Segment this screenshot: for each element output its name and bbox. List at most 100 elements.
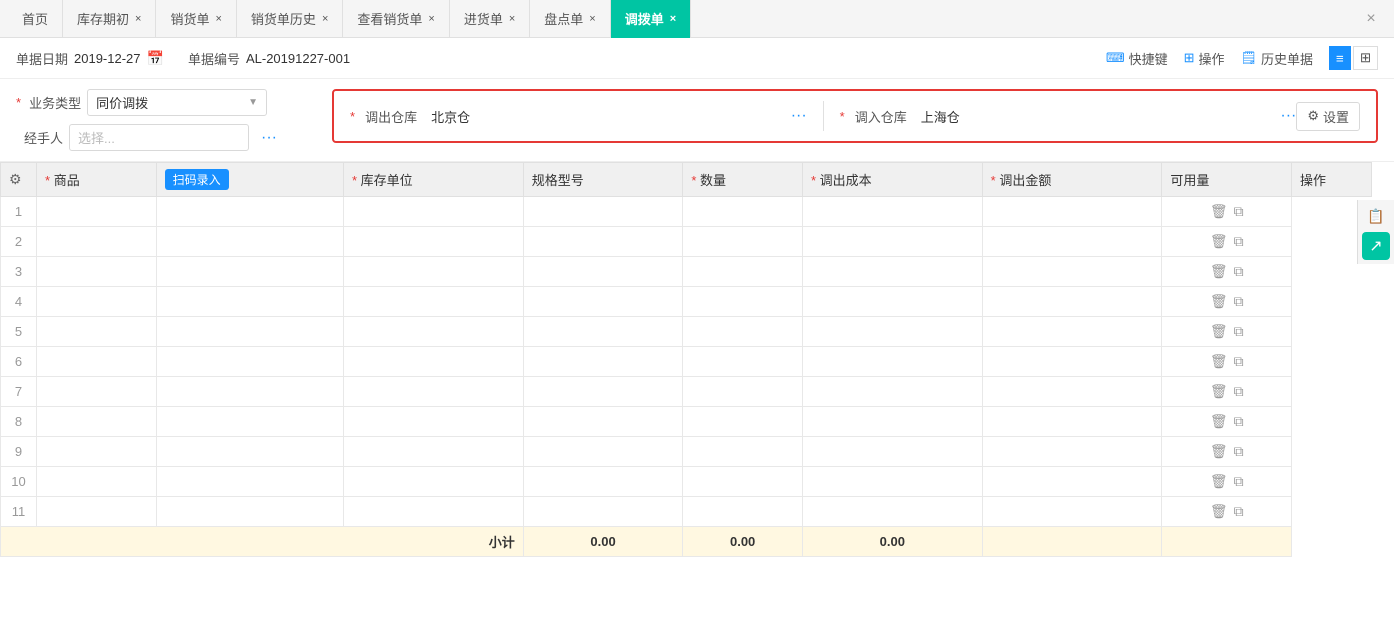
product-cell[interactable] <box>37 347 157 377</box>
product-cell[interactable] <box>37 227 157 257</box>
quantity-cell[interactable] <box>523 287 683 317</box>
product-cell[interactable] <box>37 287 157 317</box>
unit-cell[interactable] <box>156 377 343 407</box>
tab-purchase-order[interactable]: 进货单 × <box>450 0 530 38</box>
amount-cell[interactable] <box>802 497 982 527</box>
spec-cell[interactable] <box>343 257 523 287</box>
product-cell[interactable] <box>37 497 157 527</box>
copy-icon[interactable]: ⧉ <box>1234 443 1244 460</box>
transfer-in-more-button[interactable]: ··· <box>1280 107 1296 125</box>
amount-cell[interactable] <box>802 377 982 407</box>
tab-sales-order[interactable]: 销货单 × <box>156 0 236 38</box>
product-cell[interactable] <box>37 317 157 347</box>
cost-cell[interactable] <box>683 227 803 257</box>
copy-icon[interactable]: ⧉ <box>1234 383 1244 400</box>
spec-cell[interactable] <box>343 467 523 497</box>
unit-cell[interactable] <box>156 197 343 227</box>
tab-sales-history[interactable]: 销货单历史 × <box>237 0 343 38</box>
quantity-cell[interactable] <box>523 197 683 227</box>
copy-icon[interactable]: ⧉ <box>1234 203 1244 220</box>
spec-cell[interactable] <box>343 407 523 437</box>
available-cell[interactable] <box>982 347 1162 377</box>
window-close-button[interactable]: × <box>1356 4 1386 34</box>
delete-icon[interactable]: 🗑 <box>1210 203 1228 220</box>
cost-cell[interactable] <box>683 257 803 287</box>
amount-cell[interactable] <box>802 197 982 227</box>
copy-icon[interactable]: ⧉ <box>1234 323 1244 340</box>
spec-cell[interactable] <box>343 437 523 467</box>
quantity-cell[interactable] <box>523 497 683 527</box>
cost-cell[interactable] <box>683 377 803 407</box>
unit-cell[interactable] <box>156 317 343 347</box>
gear-settings-button[interactable]: ⚙ 设置 <box>1296 102 1360 131</box>
cost-cell[interactable] <box>683 437 803 467</box>
unit-cell[interactable] <box>156 287 343 317</box>
spec-cell[interactable] <box>343 377 523 407</box>
available-cell[interactable] <box>982 197 1162 227</box>
available-cell[interactable] <box>982 467 1162 497</box>
scan-button[interactable]: 扫码录入 <box>165 169 229 190</box>
cost-cell[interactable] <box>683 317 803 347</box>
product-cell[interactable] <box>37 437 157 467</box>
quantity-cell[interactable] <box>523 467 683 497</box>
available-cell[interactable] <box>982 257 1162 287</box>
handler-select[interactable]: 选择... <box>69 124 249 151</box>
amount-cell[interactable] <box>802 287 982 317</box>
quantity-cell[interactable] <box>523 347 683 377</box>
tab-inventory-check-close[interactable]: × <box>589 13 595 25</box>
tab-sales-order-close[interactable]: × <box>215 13 221 25</box>
spec-cell[interactable] <box>343 497 523 527</box>
amount-cell[interactable] <box>802 317 982 347</box>
tab-purchase-order-close[interactable]: × <box>509 13 515 25</box>
cost-cell[interactable] <box>683 347 803 377</box>
copy-icon[interactable]: ⧉ <box>1234 503 1244 520</box>
delete-icon[interactable]: 🗑 <box>1210 233 1228 250</box>
product-cell[interactable] <box>37 377 157 407</box>
delete-icon[interactable]: 🗑 <box>1210 323 1228 340</box>
spec-cell[interactable] <box>343 317 523 347</box>
copy-icon[interactable]: ⧉ <box>1234 293 1244 310</box>
copy-icon[interactable]: ⧉ <box>1234 473 1244 490</box>
tab-home[interactable]: 首页 <box>8 0 63 38</box>
delete-icon[interactable]: 🗑 <box>1210 413 1228 430</box>
tab-inventory-check[interactable]: 盘点单 × <box>530 0 610 38</box>
quantity-cell[interactable] <box>523 407 683 437</box>
delete-icon[interactable]: 🗑 <box>1210 293 1228 310</box>
cost-cell[interactable] <box>683 287 803 317</box>
history-button[interactable]: 🗒 历史单据 <box>1241 49 1314 68</box>
quantity-cell[interactable] <box>523 377 683 407</box>
available-cell[interactable] <box>982 497 1162 527</box>
product-cell[interactable] <box>37 407 157 437</box>
product-cell[interactable] <box>37 197 157 227</box>
copy-icon[interactable]: ⧉ <box>1234 263 1244 280</box>
scroll-area[interactable]: ⚙ * 商品 扫码录入 * 库存单位 <box>0 162 1372 557</box>
copy-icon[interactable]: ⧉ <box>1234 233 1244 250</box>
operations-button[interactable]: ⊞ 操作 <box>1184 49 1225 68</box>
tab-inventory-init[interactable]: 库存期初 × <box>63 0 156 38</box>
available-cell[interactable] <box>982 317 1162 347</box>
document-panel-button[interactable]: 📋 <box>1364 204 1388 228</box>
amount-cell[interactable] <box>802 347 982 377</box>
tab-view-sales-close[interactable]: × <box>428 13 434 25</box>
product-cell[interactable] <box>37 467 157 497</box>
amount-cell[interactable] <box>802 257 982 287</box>
available-cell[interactable] <box>982 227 1162 257</box>
unit-cell[interactable] <box>156 467 343 497</box>
unit-cell[interactable] <box>156 407 343 437</box>
tab-view-sales[interactable]: 查看销货单 × <box>343 0 449 38</box>
delete-icon[interactable]: 🗑 <box>1210 353 1228 370</box>
transfer-out-more-button[interactable]: ··· <box>791 107 807 125</box>
amount-cell[interactable] <box>802 467 982 497</box>
unit-cell[interactable] <box>156 497 343 527</box>
spec-cell[interactable] <box>343 227 523 257</box>
tab-inventory-init-close[interactable]: × <box>135 13 141 25</box>
quantity-cell[interactable] <box>523 437 683 467</box>
amount-cell[interactable] <box>802 407 982 437</box>
settings-col-header[interactable]: ⚙ <box>1 163 37 197</box>
delete-icon[interactable]: 🗑 <box>1210 263 1228 280</box>
handler-more-button[interactable]: ··· <box>261 129 277 147</box>
calendar-icon[interactable]: 📅 <box>147 50 164 67</box>
delete-icon[interactable]: 🗑 <box>1210 383 1228 400</box>
copy-icon[interactable]: ⧉ <box>1234 353 1244 370</box>
spec-cell[interactable] <box>343 197 523 227</box>
